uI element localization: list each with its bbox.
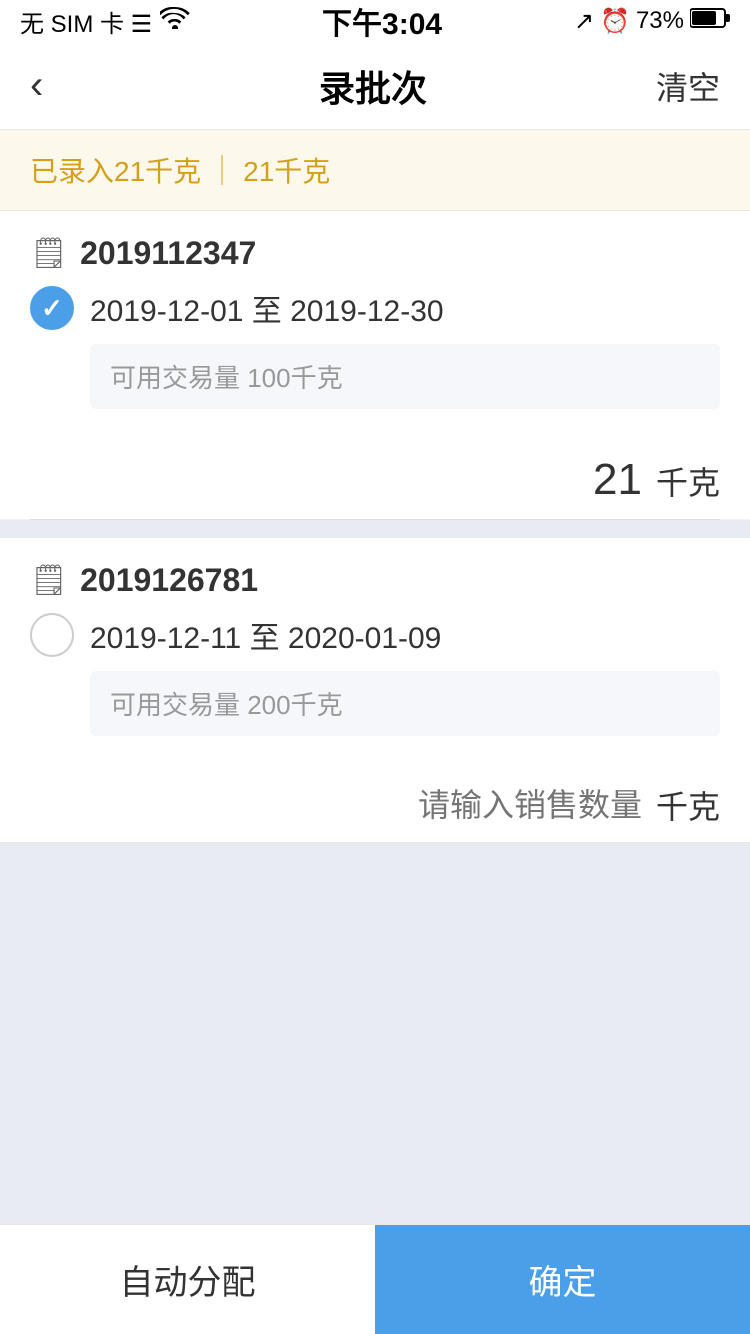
auto-distribute-button[interactable]: 自动分配 (0, 1225, 375, 1334)
status-right: ↗ ⏰ 73% (574, 7, 730, 36)
batch-item-2: 🗒 2019126781 2019-12-11 至 2020-01-09 可用交… (0, 538, 750, 766)
sim-label: 无 SIM 卡 ☰ (20, 4, 152, 39)
amount-number-1: 21 (593, 455, 642, 505)
batch-radio-1[interactable] (30, 286, 74, 330)
battery-label: 73% (636, 7, 684, 35)
batch-header-1: 🗒 2019112347 (30, 235, 720, 272)
bottom-bar: 自动分配 确定 (0, 1224, 750, 1334)
nav-bar: ‹ 录批次 清空 (0, 42, 750, 130)
batch-radio-2[interactable] (30, 613, 74, 657)
batch-id-1: 2019112347 (80, 235, 256, 272)
avail-text-2: 可用交易量 200千克 (110, 690, 343, 720)
batch-date-2: 2019-12-11 至 2020-01-09 (90, 613, 441, 657)
alarm-icon: ⏰ (600, 7, 630, 36)
input-row-2: 千克 (0, 766, 750, 843)
batch-icon-2: 🗒 (30, 563, 68, 598)
batch-icon-1: 🗒 (30, 236, 68, 271)
amount-unit-1: 千克 (656, 458, 720, 504)
batch-item-1: 🗒 2019112347 2019-12-01 至 2019-12-30 可用交… (0, 211, 750, 439)
batch-id-2: 2019126781 (80, 562, 258, 599)
recorded-amount-label: 已录入21千克 (30, 150, 201, 190)
batch-row-2: 2019-12-11 至 2020-01-09 (30, 613, 720, 657)
back-button[interactable]: ‹ (30, 63, 90, 108)
battery-icon (690, 7, 730, 36)
amount-row-1: 21 千克 (0, 439, 750, 519)
status-time: 下午3:04 (322, 0, 442, 43)
amount-value-label: 21千克 (243, 150, 330, 190)
confirm-button[interactable]: 确定 (375, 1225, 750, 1334)
batch-header-2: 🗒 2019126781 (30, 562, 720, 599)
batch-row-1: 2019-12-01 至 2019-12-30 (30, 286, 720, 330)
status-bar: 无 SIM 卡 ☰ 下午3:04 ↗ ⏰ 73% (0, 0, 750, 42)
page-title: 录批次 (319, 60, 427, 112)
info-banner: 已录入21千克 21千克 (0, 130, 750, 211)
quantity-input-2[interactable] (30, 787, 656, 824)
wifi-icon (160, 7, 190, 36)
location-icon: ↗ (574, 7, 594, 36)
avail-box-2: 可用交易量 200千克 (90, 671, 720, 736)
clear-button[interactable]: 清空 (656, 63, 720, 109)
avail-box-1: 可用交易量 100千克 (90, 344, 720, 409)
status-left: 无 SIM 卡 ☰ (20, 4, 190, 39)
batch-date-1: 2019-12-01 至 2019-12-30 (90, 286, 444, 330)
section-divider (0, 520, 750, 538)
avail-text-1: 可用交易量 100千克 (110, 363, 343, 393)
input-unit-2: 千克 (656, 782, 720, 828)
empty-area (0, 843, 750, 1273)
info-divider (221, 155, 223, 185)
